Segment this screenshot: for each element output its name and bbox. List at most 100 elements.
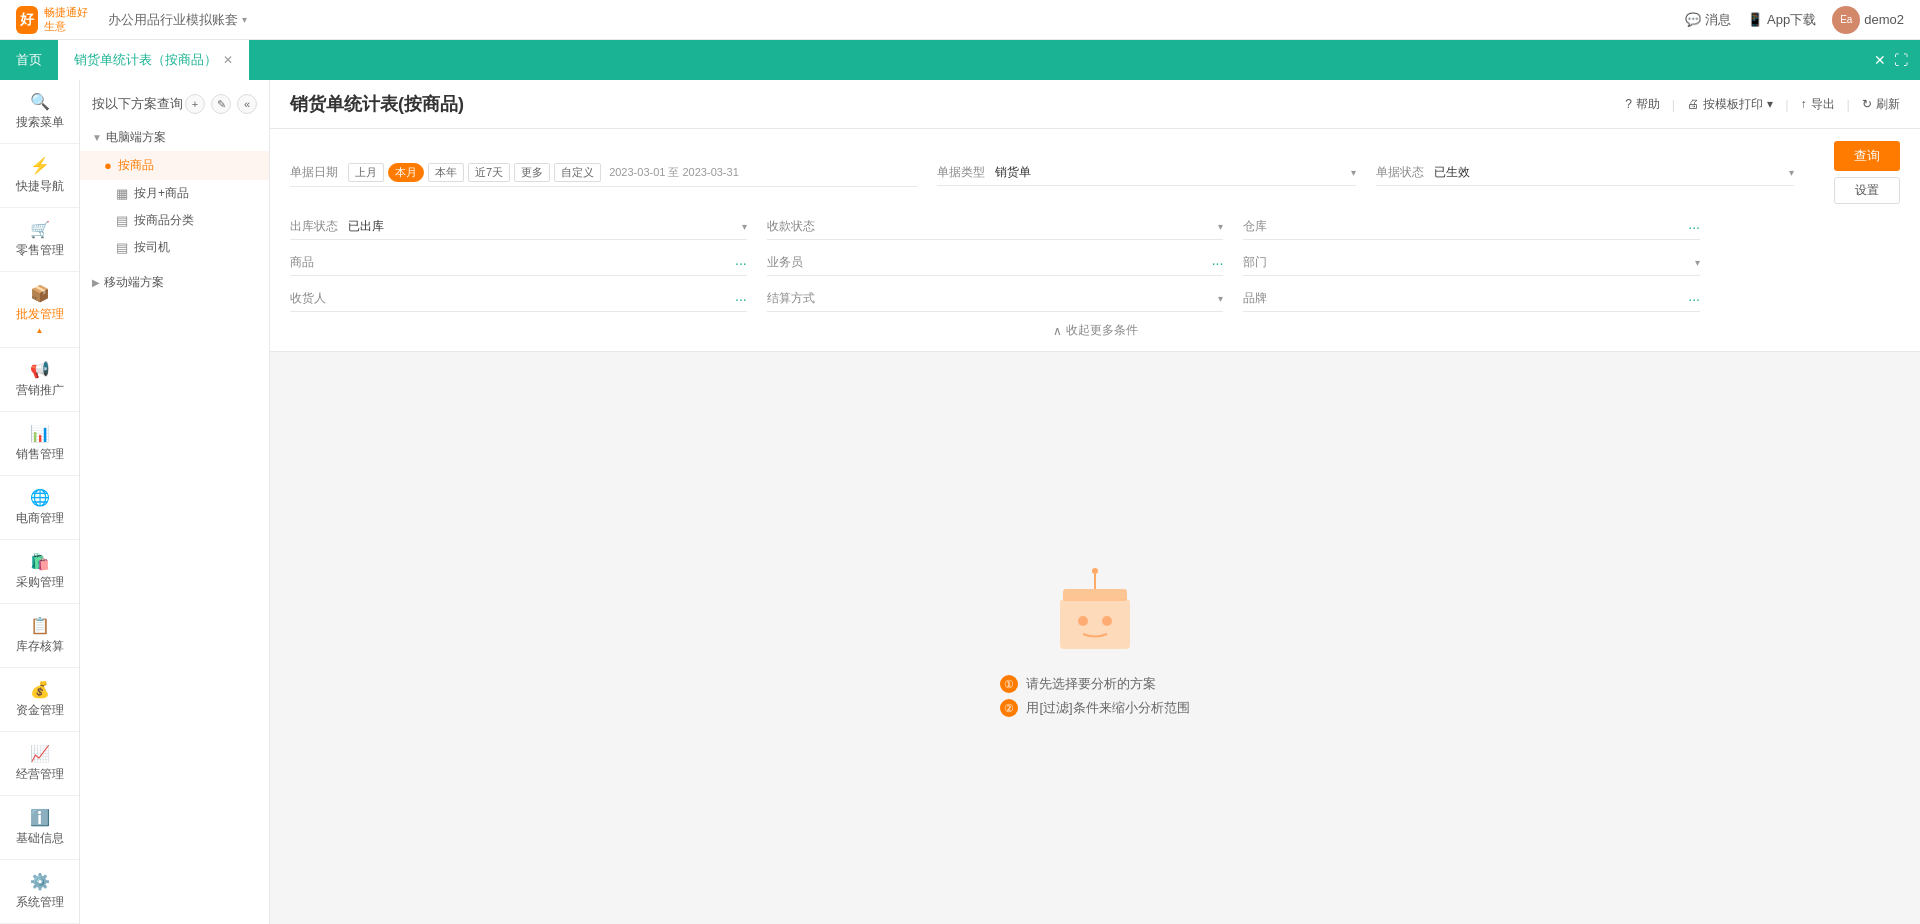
filter-row-3: 商品 ··· 业务员 ··· 部门 ▾	[290, 250, 1900, 276]
sidebar-item-retail[interactable]: 🛒 零售管理	[0, 208, 79, 272]
main-layout: 🔍 搜索菜单 ⚡ 快捷导航 🛒 零售管理 📦 批发管理 ▲ 📢 营销推广 📊 销…	[0, 80, 1920, 924]
filter-salesperson-dots-icon[interactable]: ···	[1212, 255, 1224, 271]
inventory-icon: 📋	[30, 616, 50, 635]
marketing-icon: 📢	[30, 360, 50, 379]
scheme-panel-title: 按以下方案查询	[92, 95, 183, 113]
quick-nav-icon: ⚡	[30, 156, 50, 175]
sidebar-item-marketing[interactable]: 📢 营销推广	[0, 348, 79, 412]
finance-icon: 💰	[30, 680, 50, 699]
filter-warehouse-status-dropdown-icon[interactable]: ▾	[742, 221, 747, 232]
filter-warehouse-status-label: 出库状态	[290, 218, 340, 235]
sidebar-item-basic[interactable]: ℹ️ 基础信息	[0, 796, 79, 860]
scheme-item-by-category-label: 按商品分类	[134, 212, 194, 229]
workspace-selector[interactable]: 办公用品行业模拟账套 ▾	[108, 11, 1673, 29]
sidebar-item-finance[interactable]: 💰 资金管理	[0, 668, 79, 732]
filter-salesperson-label: 业务员	[767, 254, 817, 271]
date-btn-this-year[interactable]: 本年	[428, 163, 464, 182]
sidebar-item-wholesale-label: 批发管理	[16, 306, 64, 323]
filter-product-dots-icon[interactable]: ···	[735, 255, 747, 271]
filter-salesperson: 业务员 ···	[767, 250, 1224, 276]
filter-doc-status-value: 已生效	[1434, 164, 1785, 181]
logo-area: 好 畅捷通好生意	[16, 6, 96, 34]
tab-home[interactable]: 首页	[0, 40, 58, 80]
filter-department-dropdown-icon[interactable]: ▾	[1695, 257, 1700, 268]
sidebar-item-ecommerce[interactable]: 🌐 电商管理	[0, 476, 79, 540]
sidebar-item-sales[interactable]: 📊 销售管理	[0, 412, 79, 476]
user-name: demo2	[1864, 12, 1904, 27]
scheme-group-mobile-header[interactable]: ▶ 移动端方案	[80, 269, 269, 296]
filter-recipient-dots-icon[interactable]: ···	[735, 291, 747, 307]
sidebar-item-search[interactable]: 🔍 搜索菜单	[0, 80, 79, 144]
scheme-group-mobile: ▶ 移动端方案	[80, 269, 269, 296]
filter-doc-status-dropdown-icon[interactable]: ▾	[1789, 167, 1794, 178]
sidebar-item-purchase[interactable]: 🛍️ 采购管理	[0, 540, 79, 604]
date-btn-this-month[interactable]: 本月	[388, 163, 424, 182]
window-close-icon[interactable]: ✕	[1874, 52, 1886, 68]
scheme-collapse-btn[interactable]: «	[237, 94, 257, 114]
tab-close-icon[interactable]: ✕	[223, 53, 233, 67]
empty-hint-1: ① 请先选择要分析的方案	[1000, 675, 1189, 693]
filter-payment-status-dropdown-icon[interactable]: ▾	[1218, 221, 1223, 232]
filter-warehouse-status: 出库状态 已出库 ▾	[290, 214, 747, 240]
scheme-group-desktop-header[interactable]: ▼ 电脑端方案	[80, 124, 269, 151]
nav-sidebar: 🔍 搜索菜单 ⚡ 快捷导航 🛒 零售管理 📦 批发管理 ▲ 📢 营销推广 📊 销…	[0, 80, 80, 924]
data-area: ① 请先选择要分析的方案 ② 用[过滤]条件来缩小分析范围	[270, 352, 1920, 924]
scheme-item-by-product[interactable]: ● 按商品	[80, 151, 269, 180]
collapse-filters-btn[interactable]: ∧ 收起更多条件	[1053, 322, 1138, 339]
date-btn-custom[interactable]: 自定义	[554, 163, 601, 182]
sidebar-item-operations[interactable]: 📈 经营管理	[0, 732, 79, 796]
print-dropdown-icon: ▾	[1767, 97, 1773, 111]
filter-date-value: 2023-03-01 至 2023-03-31	[609, 165, 739, 180]
refresh-label: 刷新	[1876, 96, 1900, 113]
filter-brand-dots-icon[interactable]: ···	[1688, 291, 1700, 307]
tab-sales-stat[interactable]: 销货单统计表（按商品） ✕	[58, 40, 249, 80]
sidebar-item-wholesale[interactable]: 📦 批发管理 ▲	[0, 272, 79, 348]
filter-doc-status: 单据状态 已生效 ▾	[1376, 160, 1794, 186]
query-button[interactable]: 查询	[1834, 141, 1900, 171]
date-btn-more[interactable]: 更多	[514, 163, 550, 182]
app-download-btn[interactable]: 📱 App下载	[1747, 11, 1816, 29]
scheme-item-by-printer[interactable]: ▤ 按司机	[80, 234, 269, 261]
scheme-group-mobile-label: 移动端方案	[104, 274, 164, 291]
scheme-item-by-month-product[interactable]: ▦ 按月+商品	[80, 180, 269, 207]
scheme-add-btn[interactable]: +	[185, 94, 205, 114]
scheme-group-desktop-label: 电脑端方案	[106, 129, 166, 146]
scheme-item-by-product-label: 按商品	[118, 157, 154, 174]
print-btn[interactable]: 🖨 按模板打印 ▾	[1687, 96, 1773, 113]
scheme-item-by-category[interactable]: ▤ 按商品分类	[80, 207, 269, 234]
filter-doc-type-value: 销货单	[995, 164, 1346, 181]
window-maximize-icon[interactable]: ⛶	[1894, 52, 1908, 68]
scheme-group-desktop-arrow: ▼	[92, 132, 102, 143]
filter-warehouse-dots-icon[interactable]: ···	[1688, 219, 1700, 235]
refresh-btn[interactable]: ↻ 刷新	[1862, 96, 1900, 113]
avatar-initials: Ea	[1840, 14, 1852, 25]
filter-product-label: 商品	[290, 254, 340, 271]
export-btn[interactable]: ↑ 导出	[1801, 96, 1835, 113]
scheme-edit-btn[interactable]: ✎	[211, 94, 231, 114]
right-panel: 销货单统计表(按商品) ? 帮助 | 🖨 按模板打印 ▾ | ↑	[270, 80, 1920, 924]
date-btn-last-7-days[interactable]: 近7天	[468, 163, 510, 182]
message-btn[interactable]: 💬 消息	[1685, 11, 1731, 29]
help-btn[interactable]: ? 帮助	[1625, 96, 1660, 113]
user-avatar-btn[interactable]: Ea demo2	[1832, 6, 1904, 34]
search-icon: 🔍	[30, 92, 50, 111]
reset-button[interactable]: 设置	[1834, 177, 1900, 204]
filter-doc-type-dropdown-icon[interactable]: ▾	[1351, 167, 1356, 178]
sidebar-item-system[interactable]: ⚙️ 系统管理	[0, 860, 79, 924]
filter-settlement: 结算方式 ▾	[767, 286, 1224, 312]
filter-recipient-label: 收货人	[290, 290, 340, 307]
export-label: 导出	[1811, 96, 1835, 113]
sidebar-item-quick[interactable]: ⚡ 快捷导航	[0, 144, 79, 208]
sidebar-item-inventory[interactable]: 📋 库存核算	[0, 604, 79, 668]
export-icon: ↑	[1801, 97, 1807, 111]
content-area: 按以下方案查询 + ✎ « ▼ 电脑端方案 ● 按商品 ▦	[80, 80, 1920, 924]
collapse-icon: ∧	[1053, 324, 1062, 338]
date-btn-last-month[interactable]: 上月	[348, 163, 384, 182]
help-icon: ?	[1625, 97, 1632, 111]
filter-settlement-dropdown-icon[interactable]: ▾	[1218, 293, 1223, 304]
scheme-group-desktop: ▼ 电脑端方案 ● 按商品 ▦ 按月+商品 ▤ 按商品分类 ▤ 按司机	[80, 124, 269, 261]
sidebar-item-system-label: 系统管理	[16, 894, 64, 911]
workspace-dropdown-icon: ▾	[242, 14, 247, 25]
sidebar-item-inventory-label: 库存核算	[16, 638, 64, 655]
sidebar-item-ecommerce-label: 电商管理	[16, 510, 64, 527]
